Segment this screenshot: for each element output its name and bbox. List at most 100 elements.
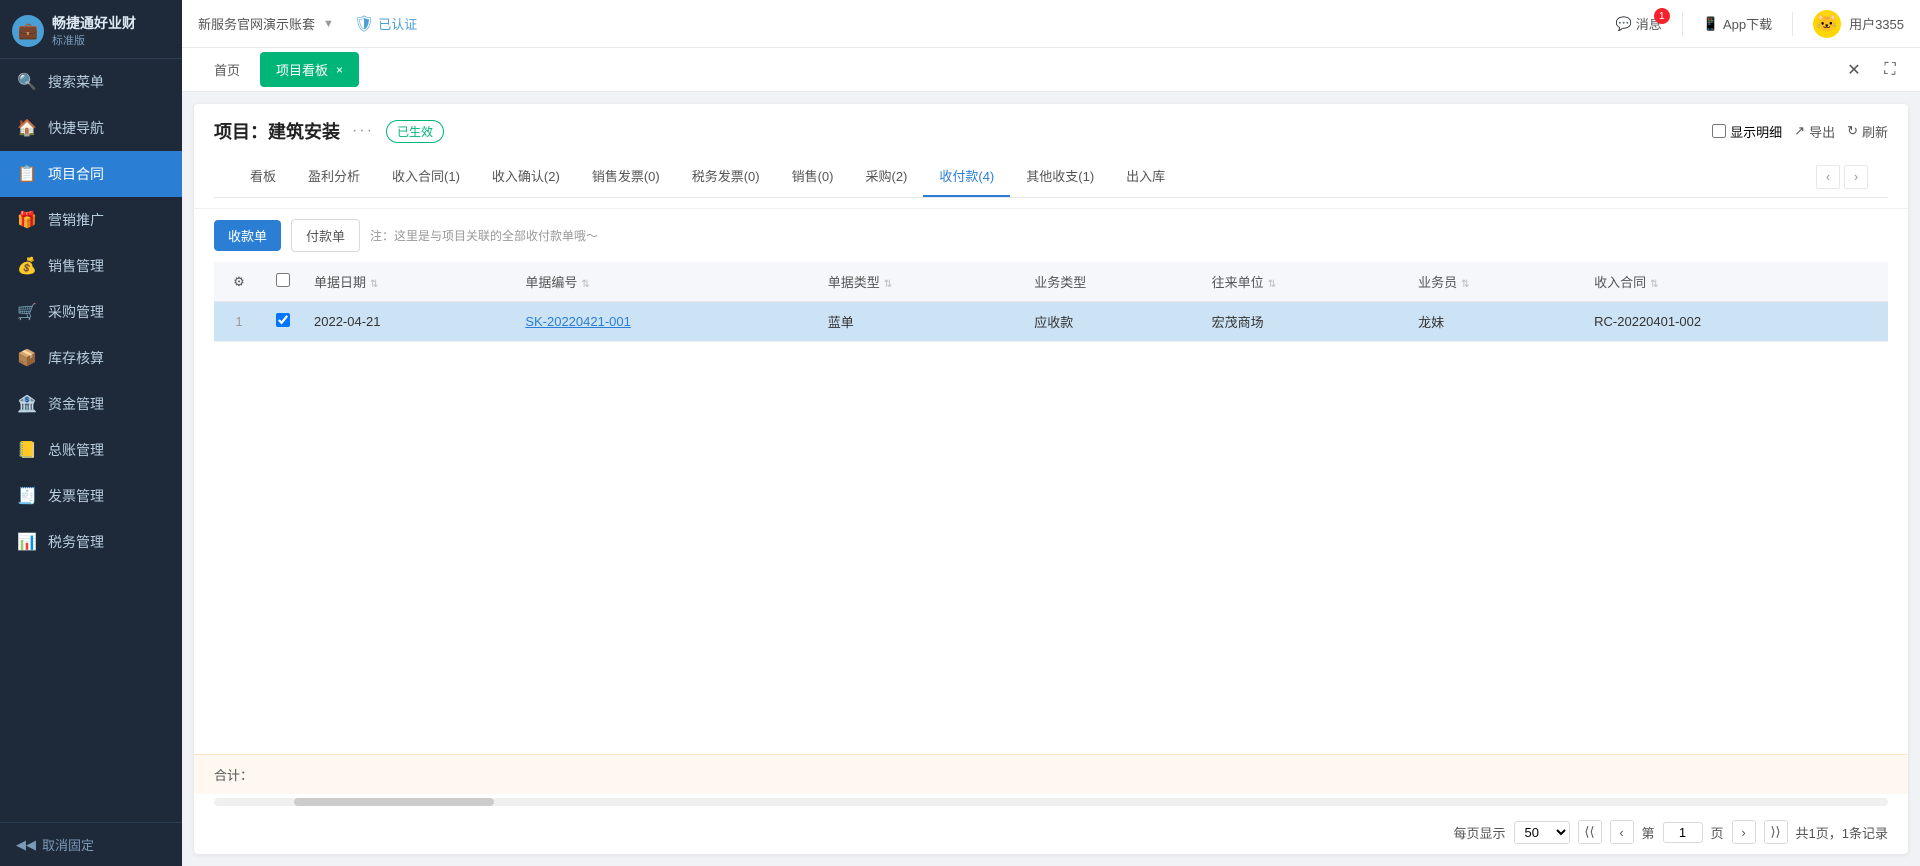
topbar-divider-2 <box>1792 12 1793 36</box>
sidebar-item-fund-mgmt[interactable]: 🏦 资金管理 <box>0 381 182 427</box>
tab-project-board[interactable]: 项目看板 × <box>260 52 359 87</box>
sidebar-item-inventory[interactable]: 📦 库存核算 <box>0 335 182 381</box>
export-btn[interactable]: ↗ 导出 <box>1794 122 1835 141</box>
sidebar-item-invoice-mgmt[interactable]: 🧾 发票管理 <box>0 473 182 519</box>
sidebar-item-project-contract[interactable]: 📋 项目合同 <box>0 151 182 197</box>
table-row[interactable]: 1 2022-04-21 SK-20220421-001 蓝单 应收款 宏茂商场… <box>214 302 1888 342</box>
page-input[interactable] <box>1663 822 1703 843</box>
scrollbar-thumb[interactable] <box>294 798 494 806</box>
sub-tab-income-confirm[interactable]: 收入确认(2) <box>476 156 576 197</box>
sidebar-item-purchase-mgmt[interactable]: 🛒 采购管理 <box>0 289 182 335</box>
show-detail-checkbox[interactable] <box>1712 124 1726 138</box>
user-menu[interactable]: 🐱 用户3355 <box>1813 10 1904 38</box>
sub-tab-other-income[interactable]: 其他收支(1) <box>1010 156 1110 197</box>
select-all-checkbox[interactable] <box>276 273 290 287</box>
fund-mgmt-label: 资金管理 <box>48 394 104 414</box>
ledger-mgmt-label: 总账管理 <box>48 440 104 460</box>
tab-home-label: 首页 <box>214 60 240 79</box>
sub-tab-receipt[interactable]: 收付款(4) <box>923 156 1010 197</box>
app-download-btn[interactable]: 📱 App下载 <box>1703 14 1772 33</box>
sidebar-item-tax-mgmt[interactable]: 📊 税务管理 <box>0 519 182 565</box>
window-controls: ✕ ⛶ <box>1840 56 1904 84</box>
receipt-btn[interactable]: 收款单 <box>214 220 281 251</box>
sales-mgmt-label: 销售管理 <box>48 256 104 276</box>
table-footer: 合计： <box>194 754 1908 794</box>
sub-tab-sales[interactable]: 销售(0) <box>776 156 850 197</box>
page-first-btn[interactable]: ⟨⟨ <box>1578 820 1602 844</box>
sub-tab-sales-invoice[interactable]: 销售发票(0) <box>576 156 676 197</box>
page-header-right: 显示明细 ↗ 导出 ↻ 刷新 <box>1712 122 1888 141</box>
page-last-btn[interactable]: ⟩⟩ <box>1764 820 1788 844</box>
quick-nav-label: 快捷导航 <box>48 118 104 138</box>
row-type: 蓝单 <box>816 302 1022 342</box>
certified-badge: 🛡 已认证 <box>354 14 417 34</box>
close-window-btn[interactable]: ✕ <box>1840 56 1868 84</box>
sub-tab-kanban[interactable]: 看板 <box>234 156 292 197</box>
user-label: 用户3355 <box>1849 14 1904 33</box>
per-page-select[interactable]: 50 100 200 <box>1514 821 1570 844</box>
tab-close-icon[interactable]: × <box>336 63 343 77</box>
show-detail-control[interactable]: 显示明细 <box>1712 122 1782 141</box>
invoice-mgmt-label: 发票管理 <box>48 486 104 506</box>
account-arrow-icon: ▼ <box>323 18 334 30</box>
row-check[interactable] <box>264 302 302 342</box>
sidebar-item-ledger-mgmt[interactable]: 📒 总账管理 <box>0 427 182 473</box>
page-next-btn[interactable]: › <box>1732 820 1756 844</box>
th-type: 单据类型⇅ <box>816 262 1022 302</box>
ledger-mgmt-icon: 📒 <box>16 439 38 461</box>
sidebar-logo: 💼 畅捷通好业财 标准版 <box>0 0 182 59</box>
invoice-mgmt-icon: 🧾 <box>16 485 38 507</box>
row-income-contract: RC-20220401-002 <box>1582 302 1888 342</box>
row-num: 1 <box>214 302 264 342</box>
th-date: 单据日期⇅ <box>302 262 513 302</box>
per-page-label: 每页显示 <box>1453 823 1505 842</box>
topbar: 新服务官网演示账套 ▼ 🛡 已认证 💬 消息 1 📱 App下载 🐱 用户335… <box>182 0 1920 48</box>
refresh-btn[interactable]: ↻ 刷新 <box>1847 122 1888 141</box>
unpin-label: 取消固定 <box>42 835 94 854</box>
certified-text: 已认证 <box>378 14 417 33</box>
sub-tab-purchase[interactable]: 采购(2) <box>849 156 923 197</box>
total-pages-text: 共1页，1条记录 <box>1796 823 1888 842</box>
account-name: 新服务官网演示账套 <box>198 14 315 33</box>
sidebar: 💼 畅捷通好业财 标准版 🔍 搜索菜单 🏠 快捷导航 📋 项目合同 🎁 营销推广… <box>0 0 182 866</box>
table-header-row: ⚙ 单据日期⇅ 单据编号⇅ 单据类型⇅ 业务类型 往来单位⇅ 业务员⇅ 收入合同… <box>214 262 1888 302</box>
unpin-icon: ◀◀ <box>16 837 36 853</box>
payment-btn[interactable]: 付款单 <box>291 219 360 252</box>
tab-home[interactable]: 首页 <box>198 52 256 87</box>
th-code: 单据编号⇅ <box>513 262 815 302</box>
sub-tab-tax-invoice[interactable]: 税务发票(0) <box>676 156 776 197</box>
message-icon: 💬 <box>1616 16 1632 32</box>
project-contract-label: 项目合同 <box>48 164 104 184</box>
app-download-label: App下载 <box>1723 14 1772 33</box>
sub-tab-income-contract[interactable]: 收入合同(1) <box>376 156 476 197</box>
sidebar-item-quick-nav[interactable]: 🏠 快捷导航 <box>0 105 182 151</box>
sub-tab-inout[interactable]: 出入库 <box>1110 156 1181 197</box>
pagination: 每页显示 50 100 200 ⟨⟨ ‹ 第 页 › ⟩⟩ 共1页，1条记录 <box>194 810 1908 854</box>
table-wrap: ⚙ 单据日期⇅ 单据编号⇅ 单据类型⇅ 业务类型 往来单位⇅ 业务员⇅ 收入合同… <box>194 262 1908 754</box>
page-suffix: 页 <box>1711 823 1724 842</box>
sidebar-item-search[interactable]: 🔍 搜索菜单 <box>0 59 182 105</box>
content-area: 首页 项目看板 × ✕ ⛶ 项目：建筑安装 ··· 已生效 <box>182 48 1920 866</box>
account-selector[interactable]: 新服务官网演示账套 ▼ <box>198 14 334 33</box>
sub-tab-prev-btn[interactable]: ‹ <box>1816 165 1840 189</box>
sub-tabs: 看板盈利分析收入合同(1)收入确认(2)销售发票(0)税务发票(0)销售(0)采… <box>214 156 1888 198</box>
more-options-icon[interactable]: ··· <box>352 122 374 140</box>
page: 项目：建筑安装 ··· 已生效 显示明细 ↗ 导出 <box>194 104 1908 854</box>
tab-bar: 首页 项目看板 × ✕ ⛶ <box>182 48 1920 92</box>
toolbar-note: 注：这里是与项目关联的全部收付款单哦～ <box>370 227 598 244</box>
row-code[interactable]: SK-20220421-001 <box>513 302 815 342</box>
th-partner: 往来单位⇅ <box>1200 262 1406 302</box>
sidebar-item-sales-mgmt[interactable]: 💰 销售管理 <box>0 243 182 289</box>
sub-tab-next-btn[interactable]: › <box>1844 165 1868 189</box>
sidebar-footer-unpin[interactable]: ◀◀ 取消固定 <box>0 822 182 866</box>
page-prev-btn[interactable]: ‹ <box>1610 820 1634 844</box>
page-header: 项目：建筑安装 ··· 已生效 显示明细 ↗ 导出 <box>194 104 1908 209</box>
tax-mgmt-label: 税务管理 <box>48 532 104 552</box>
sub-tab-profit-analysis[interactable]: 盈利分析 <box>292 156 376 197</box>
maximize-window-btn[interactable]: ⛶ <box>1876 56 1904 84</box>
message-btn[interactable]: 💬 消息 1 <box>1616 14 1662 33</box>
sidebar-item-marketing[interactable]: 🎁 营销推广 <box>0 197 182 243</box>
tab-project-board-label: 项目看板 <box>276 60 328 79</box>
purchase-mgmt-label: 采购管理 <box>48 302 104 322</box>
table-scrollbar[interactable] <box>194 794 1908 810</box>
